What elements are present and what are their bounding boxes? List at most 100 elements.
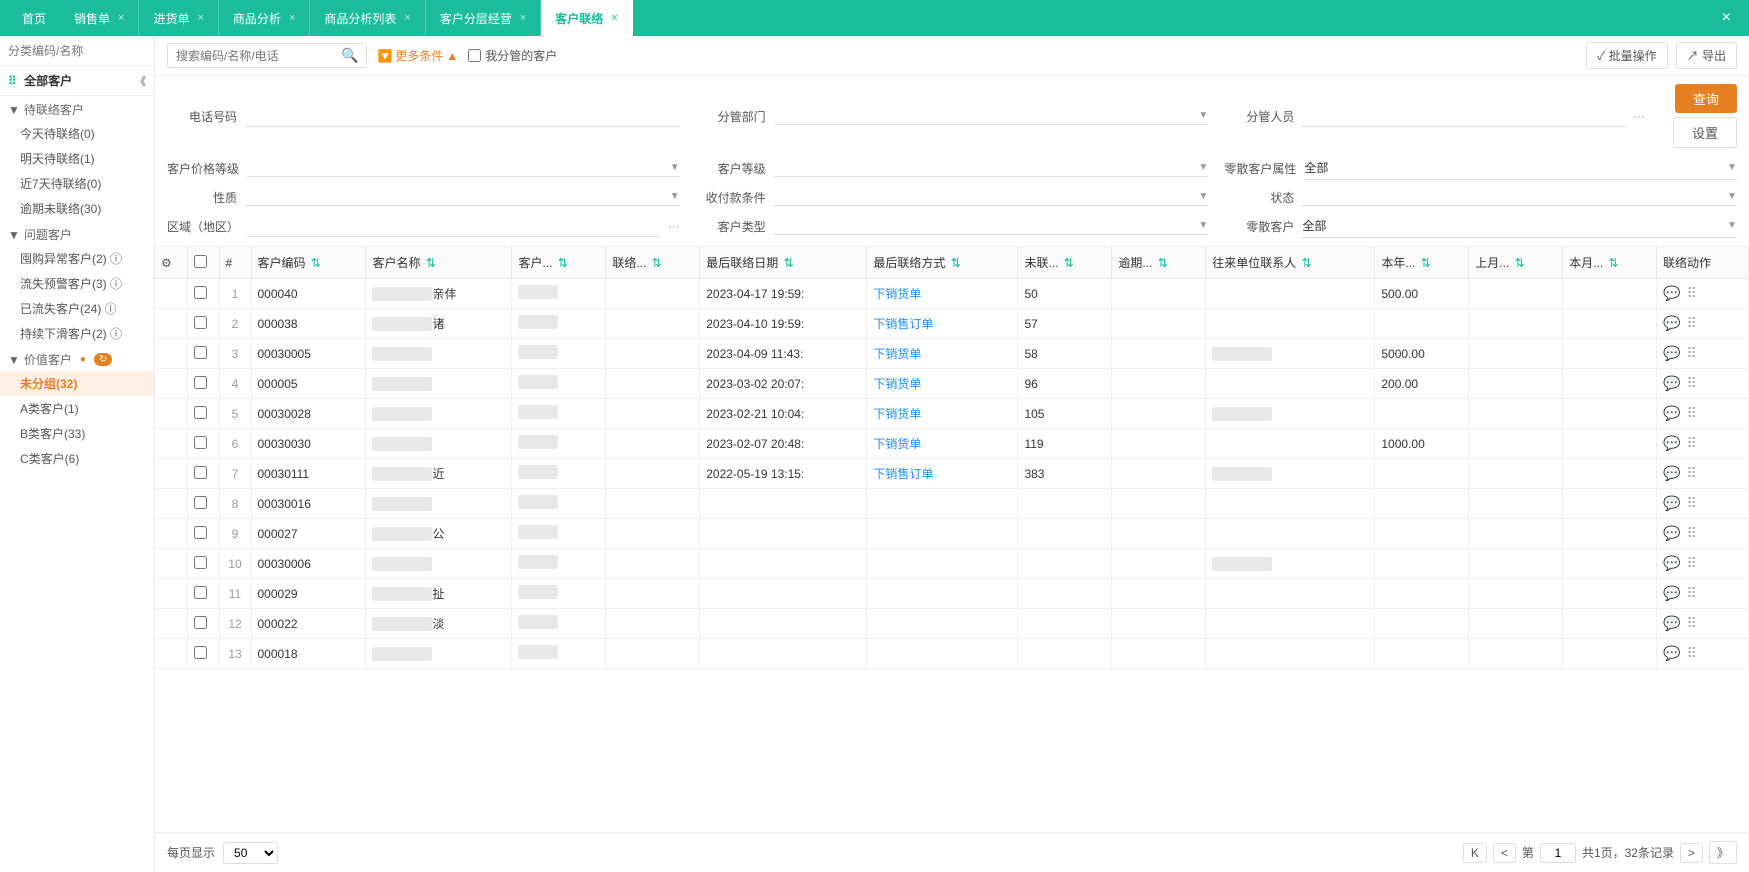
grid-action-icon[interactable]: ⠿ — [1686, 465, 1696, 482]
cell-checkbox[interactable] — [187, 639, 219, 669]
first-page-button[interactable]: K — [1463, 843, 1487, 863]
col-name[interactable]: 客户名称 ⇅ — [366, 247, 512, 279]
nav-tab-analysis[interactable]: 商品分析 × — [219, 0, 310, 36]
nature-select[interactable]: ▼ — [245, 188, 680, 206]
prev-page-button[interactable]: < — [1493, 843, 1516, 863]
col-checkbox[interactable] — [187, 247, 219, 279]
row-checkbox[interactable] — [194, 466, 207, 479]
cell-checkbox[interactable] — [187, 309, 219, 339]
row-checkbox[interactable] — [194, 436, 207, 449]
col-contact[interactable]: 联络... ⇅ — [606, 247, 700, 279]
cell-checkbox[interactable] — [187, 339, 219, 369]
cell-checkbox[interactable] — [187, 489, 219, 519]
settings-icon[interactable]: ⚙ — [161, 256, 172, 270]
chat-icon[interactable]: 💬 — [1663, 345, 1680, 362]
sidebar-item-churned[interactable]: 已流失客户(24) ⓘ — [0, 296, 154, 321]
col-last-date[interactable]: 最后联络日期 ⇅ — [700, 247, 867, 279]
my-customers-checkbox[interactable]: 我分管的客户 — [468, 47, 557, 64]
cell-checkbox[interactable] — [187, 279, 219, 309]
chat-icon[interactable]: 💬 — [1663, 285, 1680, 302]
grid-action-icon[interactable]: ⠿ — [1686, 435, 1696, 452]
region-dots[interactable]: ··· — [668, 219, 680, 233]
last-method-link[interactable]: 下销货单 — [873, 287, 921, 301]
cell-checkbox[interactable] — [187, 519, 219, 549]
nav-tab-analysis-list[interactable]: 商品分析列表 × — [310, 0, 425, 36]
sidebar-item-unclassified[interactable]: 未分组(32) — [0, 371, 154, 396]
chat-icon[interactable]: 💬 — [1663, 315, 1680, 332]
price-grade-select[interactable]: ▼ — [247, 159, 680, 177]
col-type[interactable]: 客户... ⇅ — [512, 247, 606, 279]
sidebar-item-tomorrow[interactable]: 明天待联络(1) — [0, 146, 154, 171]
chat-icon[interactable]: 💬 — [1663, 375, 1680, 392]
row-checkbox[interactable] — [194, 526, 207, 539]
close-analysis-icon[interactable]: × — [289, 12, 295, 24]
nav-tab-customer-segment[interactable]: 客户分层经营 × — [426, 0, 541, 36]
row-checkbox[interactable] — [194, 586, 207, 599]
reset-button[interactable]: 设置 — [1673, 117, 1737, 148]
cell-checkbox[interactable] — [187, 549, 219, 579]
grid-action-icon[interactable]: ⠿ — [1686, 405, 1696, 422]
status-select[interactable]: ▼ — [1302, 188, 1737, 206]
row-checkbox[interactable] — [194, 376, 207, 389]
batch-operation-button[interactable]: ✓ 批量操作 — [1586, 42, 1668, 69]
region-input[interactable] — [247, 216, 660, 237]
group-pending-contact[interactable]: ▼ 待联络客户 — [0, 96, 154, 121]
my-customers-checkbox-input[interactable] — [468, 49, 481, 62]
sidebar-item-7days[interactable]: 近7天待联络(0) — [0, 171, 154, 196]
chat-icon[interactable]: 💬 — [1663, 615, 1680, 632]
grid-action-icon[interactable]: ⠿ — [1686, 345, 1696, 362]
page-number-input[interactable] — [1540, 843, 1576, 863]
group-value-customers[interactable]: ▼ 价值客户 ● ↻ — [0, 346, 154, 371]
row-checkbox[interactable] — [194, 496, 207, 509]
last-method-link[interactable]: 下销售订单 — [873, 317, 933, 331]
row-checkbox[interactable] — [194, 346, 207, 359]
retail-attr-select[interactable]: 全部 ▼ — [1304, 156, 1737, 180]
col-not-contacted[interactable]: 未联... ⇅ — [1018, 247, 1112, 279]
sidebar-item-hoard-anomaly[interactable]: 囤购异常客户(2) ⓘ — [0, 246, 154, 271]
grid-action-icon[interactable]: ⠿ — [1686, 525, 1696, 542]
col-code[interactable]: 客户编码 ⇅ — [251, 247, 366, 279]
last-page-button[interactable]: 》 — [1709, 841, 1737, 864]
chat-icon[interactable]: 💬 — [1663, 435, 1680, 452]
group-problem-customers[interactable]: ▼ 问题客户 — [0, 221, 154, 246]
grid-action-icon[interactable]: ⠿ — [1686, 495, 1696, 512]
grid-action-icon[interactable]: ⠿ — [1686, 375, 1696, 392]
row-checkbox[interactable] — [194, 646, 207, 659]
manager-input[interactable] — [1302, 106, 1625, 127]
payment-select[interactable]: ▼ — [774, 188, 1209, 206]
filter-more-button[interactable]: 🔽 更多条件 ▲ — [377, 47, 458, 64]
close-analysis-list-icon[interactable]: × — [404, 12, 410, 24]
col-last-method[interactable]: 最后联络方式 ⇅ — [867, 247, 1018, 279]
sidebar-item-declining[interactable]: 持续下滑客户(2) ⓘ — [0, 321, 154, 346]
grid-action-icon[interactable]: ⠿ — [1686, 555, 1696, 572]
close-customer-contact-icon[interactable]: × — [611, 12, 617, 24]
cell-checkbox[interactable] — [187, 609, 219, 639]
sidebar-item-classC[interactable]: C类客户(6) — [0, 446, 154, 471]
cell-checkbox[interactable] — [187, 429, 219, 459]
close-sales-icon[interactable]: × — [118, 12, 124, 24]
customer-type-select[interactable]: ▼ — [774, 217, 1209, 235]
grid-action-icon[interactable]: ⠿ — [1686, 585, 1696, 602]
sidebar-item-churn-warning[interactable]: 流失预警客户(3) ⓘ — [0, 271, 154, 296]
close-purchase-icon[interactable]: × — [197, 12, 203, 24]
chat-icon[interactable]: 💬 — [1663, 525, 1680, 542]
grid-action-icon[interactable]: ⠿ — [1686, 615, 1696, 632]
nav-tab-purchase[interactable]: 进货单 × — [139, 0, 218, 36]
sidebar-item-today[interactable]: 今天待联络(0) — [0, 121, 154, 146]
query-button[interactable]: 查询 — [1675, 84, 1737, 113]
filter-search-input[interactable] — [176, 49, 336, 63]
chat-icon[interactable]: 💬 — [1663, 495, 1680, 512]
export-button[interactable]: ↗ 导出 — [1676, 42, 1737, 69]
nav-tab-sales[interactable]: 销售单 × — [60, 0, 139, 36]
sidebar-item-classA[interactable]: A类客户(1) — [0, 396, 154, 421]
chat-icon[interactable]: 💬 — [1663, 405, 1680, 422]
cell-checkbox[interactable] — [187, 369, 219, 399]
retail-customer-select[interactable]: 全部 ▼ — [1302, 214, 1737, 238]
collapse-icon[interactable]: 《 — [135, 73, 146, 89]
row-checkbox[interactable] — [194, 286, 207, 299]
row-checkbox[interactable] — [194, 616, 207, 629]
cell-checkbox[interactable] — [187, 399, 219, 429]
col-overdue[interactable]: 逾期... ⇅ — [1112, 247, 1206, 279]
sidebar-item-overdue[interactable]: 逾期未联络(30) — [0, 196, 154, 221]
page-size-select[interactable]: 50 100 200 — [223, 842, 278, 864]
